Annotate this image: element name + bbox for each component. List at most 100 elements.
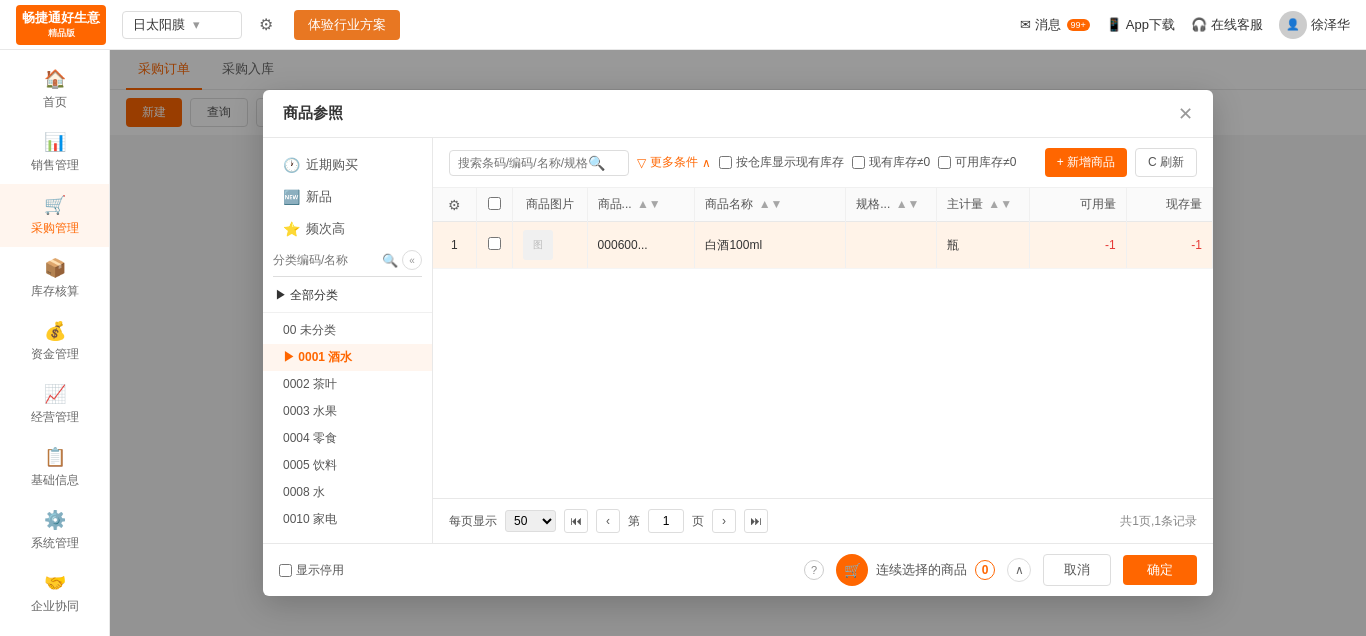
app-download-nav-item[interactable]: 📱 App下载 xyxy=(1106,16,1175,34)
first-page-btn[interactable]: ⏮ xyxy=(564,509,588,533)
sidebar-item-basics[interactable]: 📋 基础信息 xyxy=(0,436,109,499)
checkbox-available-stock[interactable] xyxy=(938,156,951,169)
sidebar-item-finance[interactable]: 💰 资金管理 xyxy=(0,310,109,373)
message-icon: ✉ xyxy=(1020,17,1031,32)
sidebar-item-guide[interactable]: 🎯 新手引导 xyxy=(0,625,109,636)
cat-unclassified[interactable]: 00 未分类 xyxy=(263,317,432,344)
store-selector[interactable]: 日太阳膜 ▾ xyxy=(122,11,242,39)
sidebar-label-inventory: 库存核算 xyxy=(31,283,79,300)
headphone-icon: 🎧 xyxy=(1191,17,1207,32)
prev-page-btn[interactable]: ‹ xyxy=(596,509,620,533)
page-size-select[interactable]: 50 100 200 xyxy=(505,510,556,532)
sort-spec-icon: ▲▼ xyxy=(896,197,920,211)
sidebar-label-home: 首页 xyxy=(43,94,67,111)
check-available-stock-label: 可用库存≠0 xyxy=(955,154,1016,171)
cell-checkbox xyxy=(476,222,513,269)
table-row[interactable]: 1 图 000600... 白酒100ml xyxy=(433,222,1213,269)
cat-fruit[interactable]: 0003 水果 xyxy=(263,398,432,425)
settings-icon[interactable]: ⚙ xyxy=(250,9,282,41)
filter-expand-icon: ∧ xyxy=(702,156,711,170)
sidebar-item-home[interactable]: 🏠 首页 xyxy=(0,58,109,121)
sidebar-label-basics: 基础信息 xyxy=(31,472,79,489)
cat-tea[interactable]: 0002 茶叶 xyxy=(263,371,432,398)
checkbox-has-stock[interactable] xyxy=(852,156,865,169)
th-product-image: 商品图片 xyxy=(513,188,587,222)
search-icon[interactable]: 🔍 xyxy=(588,155,605,171)
th-product-image-label: 商品图片 xyxy=(526,197,574,211)
cat-all[interactable]: ▶ 全部分类 xyxy=(263,283,432,308)
sidebar-item-purchase[interactable]: 🛒 采购管理 xyxy=(0,184,109,247)
cat-liquor[interactable]: ▶ 0001 酒水 xyxy=(263,344,432,371)
sidebar-item-inventory[interactable]: 📦 库存核算 xyxy=(0,247,109,310)
modal-overlay: 商品参照 ✕ 🕐 近期购买 🆕 新品 xyxy=(110,50,1366,636)
trial-button[interactable]: 体验行业方案 xyxy=(294,10,400,40)
sidebar-item-collab[interactable]: 🤝 企业协同 xyxy=(0,562,109,625)
page-number-input[interactable] xyxy=(648,509,684,533)
cell-name: 白酒100ml xyxy=(695,222,846,269)
th-product-code[interactable]: 商品... ▲▼ xyxy=(587,188,695,222)
collapse-cart-btn[interactable]: ∧ xyxy=(1007,558,1031,582)
check-available-stock[interactable]: 可用库存≠0 xyxy=(938,154,1016,171)
row-checkbox[interactable] xyxy=(488,237,501,250)
navbar-right: ✉ 消息 99+ 📱 App下载 🎧 在线客服 👤 徐泽华 xyxy=(1020,11,1350,39)
messages-nav-item[interactable]: ✉ 消息 99+ xyxy=(1020,16,1090,34)
check-has-stock[interactable]: 现有库存≠0 xyxy=(852,154,930,171)
category-search-input[interactable] xyxy=(273,253,382,267)
th-product-name[interactable]: 商品名称 ▲▼ xyxy=(695,188,846,222)
refresh-button[interactable]: C 刷新 xyxy=(1135,148,1197,177)
cat-drinks[interactable]: 0005 饮料 xyxy=(263,452,432,479)
sales-icon: 📊 xyxy=(44,131,66,153)
username: 徐泽华 xyxy=(1311,16,1350,34)
cat-water[interactable]: 0008 水 xyxy=(263,479,432,506)
th-product-code-label: 商品... xyxy=(598,197,632,211)
quick-item-recent[interactable]: 🕐 近期购买 xyxy=(271,150,424,180)
help-icon[interactable]: ? xyxy=(804,560,824,580)
confirm-button[interactable]: 确定 xyxy=(1123,555,1197,585)
collapse-sidebar-btn[interactable]: « xyxy=(402,250,422,270)
show-disabled-checkbox[interactable] xyxy=(279,564,292,577)
page-unit-label: 页 xyxy=(692,513,704,530)
modal-close-button[interactable]: ✕ xyxy=(1178,105,1193,123)
cat-appliances[interactable]: 0010 家电 xyxy=(263,506,432,533)
sidebar-label-collab: 企业协同 xyxy=(31,598,79,615)
modal-title: 商品参照 xyxy=(283,104,343,123)
user-nav-item[interactable]: 👤 徐泽华 xyxy=(1279,11,1350,39)
quick-item-frequent[interactable]: ⭐ 频次高 xyxy=(271,214,424,244)
category-search-icon[interactable]: 🔍 xyxy=(382,253,398,268)
th-product-name-label: 商品名称 xyxy=(705,197,753,211)
product-table: ⚙ 商品图片 xyxy=(433,188,1213,269)
sidebar-item-operations[interactable]: 📈 经营管理 xyxy=(0,373,109,436)
collab-icon: 🤝 xyxy=(44,572,66,594)
sidebar-item-system[interactable]: ⚙️ 系统管理 xyxy=(0,499,109,562)
sort-code-icon: ▲▼ xyxy=(637,197,661,211)
check-warehouse-stock[interactable]: 按仓库显示现有库存 xyxy=(719,154,844,171)
quick-item-new[interactable]: 🆕 新品 xyxy=(271,182,424,212)
chevron-down-icon: ▾ xyxy=(193,17,200,32)
th-spec[interactable]: 规格... ▲▼ xyxy=(846,188,937,222)
sidebar-label-sales: 销售管理 xyxy=(31,157,79,174)
cancel-button[interactable]: 取消 xyxy=(1043,554,1111,586)
table-settings-icon[interactable]: ⚙ xyxy=(448,197,461,213)
select-all-checkbox[interactable] xyxy=(488,197,501,210)
online-service-nav-item[interactable]: 🎧 在线客服 xyxy=(1191,16,1263,34)
sort-unit-icon: ▲▼ xyxy=(988,197,1012,211)
cat-snacks[interactable]: 0004 零食 xyxy=(263,425,432,452)
th-unit[interactable]: 主计量 ▲▼ xyxy=(936,188,1029,222)
add-product-button[interactable]: + 新增商品 xyxy=(1045,148,1127,177)
main-layout: 🏠 首页 📊 销售管理 🛒 采购管理 📦 库存核算 💰 资金管理 📈 经营管理 … xyxy=(0,50,1366,636)
app-logo[interactable]: 畅捷通好生意 精品版 xyxy=(16,5,106,45)
toolbar-right: + 新增商品 C 刷新 xyxy=(1045,148,1197,177)
checkbox-warehouse-stock[interactable] xyxy=(719,156,732,169)
th-available: 可用量 xyxy=(1029,188,1126,222)
cart-icon: 🛒 xyxy=(836,554,868,586)
more-filter-button[interactable]: ▽ 更多条件 ∧ xyxy=(637,154,711,171)
avatar: 👤 xyxy=(1279,11,1307,39)
sidebar-item-sales[interactable]: 📊 销售管理 xyxy=(0,121,109,184)
app-download-label: App下载 xyxy=(1126,16,1175,34)
product-search-input[interactable] xyxy=(458,156,588,170)
cell-available: -1 xyxy=(1029,222,1126,269)
show-disabled-label[interactable]: 显示停用 xyxy=(279,562,344,579)
next-page-btn[interactable]: › xyxy=(712,509,736,533)
th-settings: ⚙ xyxy=(433,188,476,222)
last-page-btn[interactable]: ⏭ xyxy=(744,509,768,533)
